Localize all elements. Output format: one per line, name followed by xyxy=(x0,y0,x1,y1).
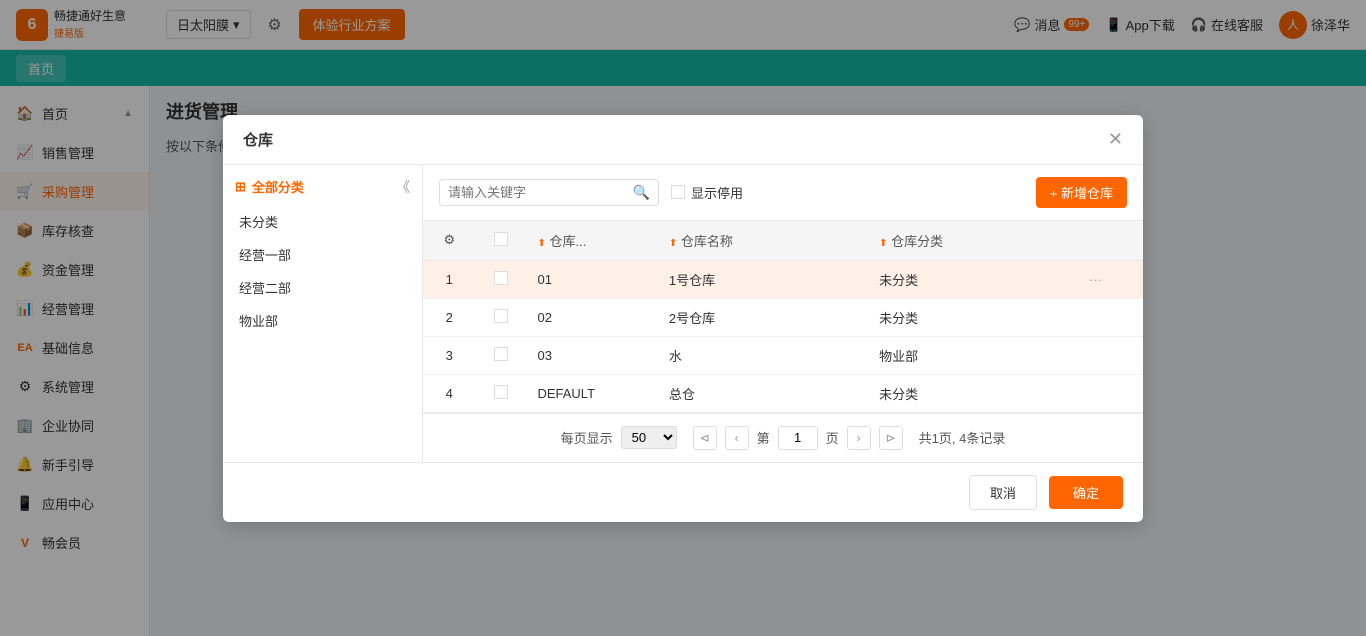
col-header-category: ⬆ 仓库分类 xyxy=(867,221,1077,261)
modal-backdrop: 仓库 ✕ ⊞ 全部分类 《 未分类 经营一部 经营二部 物业部 xyxy=(0,0,1366,636)
row-checkbox[interactable] xyxy=(494,385,508,399)
content-panel: 🔍 显示停用 + 新增仓库 ⚙ xyxy=(423,165,1143,462)
warehouse-modal: 仓库 ✕ ⊞ 全部分类 《 未分类 经营一部 经营二部 物业部 xyxy=(223,115,1143,522)
first-page-button[interactable]: ⊲ xyxy=(693,426,717,450)
modal-pagination: 每页显示 50 10 20 100 ⊲ ‹ 第 页 › ⊳ 共1页, 4条记 xyxy=(423,413,1143,462)
modal-title: 仓库 xyxy=(243,129,273,150)
cell-category: 未分类 xyxy=(867,298,1077,336)
tree-all-category[interactable]: ⊞ 全部分类 xyxy=(235,177,304,196)
tree-panel: ⊞ 全部分类 《 未分类 经营一部 经营二部 物业部 xyxy=(223,165,423,462)
table-row[interactable]: 2 02 2号仓库 未分类 xyxy=(423,298,1143,336)
confirm-button[interactable]: 确定 xyxy=(1049,476,1123,509)
cell-name: 2号仓库 xyxy=(657,298,867,336)
modal-body: ⊞ 全部分类 《 未分类 经营一部 经营二部 物业部 🔍 xyxy=(223,165,1143,462)
col-header-more xyxy=(1077,221,1143,261)
search-wrap: 🔍 xyxy=(439,179,659,206)
table-header-row: ⚙ ⬆ 仓库... ⬆ xyxy=(423,221,1143,261)
cell-checkbox xyxy=(476,374,526,412)
cell-more[interactable]: ··· xyxy=(1077,260,1143,298)
tree-header: ⊞ 全部分类 《 xyxy=(223,177,422,205)
search-input[interactable] xyxy=(448,185,633,200)
cell-name: 水 xyxy=(657,336,867,374)
cell-name: 总仓 xyxy=(657,374,867,412)
page-number-input[interactable] xyxy=(778,426,818,450)
show-disabled-checkbox[interactable] xyxy=(671,185,685,199)
page-unit: 页 xyxy=(826,428,839,447)
settings-icon: ⚙ xyxy=(443,232,455,247)
sort-icon-cat: ⬆ xyxy=(879,238,887,249)
cell-checkbox xyxy=(476,298,526,336)
per-page-select[interactable]: 50 10 20 100 xyxy=(621,426,677,449)
prev-page-button[interactable]: ‹ xyxy=(725,426,749,450)
cell-num: 4 xyxy=(423,374,476,412)
col-header-checkbox xyxy=(476,221,526,261)
grid-icon: ⊞ xyxy=(235,179,246,195)
cell-name: 1号仓库 xyxy=(657,260,867,298)
sort-icon-code: ⬆ xyxy=(537,238,545,249)
modal-footer: 取消 确定 xyxy=(223,462,1143,522)
cell-category: 物业部 xyxy=(867,336,1077,374)
cancel-button[interactable]: 取消 xyxy=(969,475,1037,510)
tree-item-property[interactable]: 物业部 xyxy=(223,304,422,337)
page-label: 第 xyxy=(757,428,770,447)
show-disabled-wrap: 显示停用 xyxy=(671,183,743,202)
total-info: 共1页, 4条记录 xyxy=(919,428,1006,447)
warehouse-table-wrap: ⚙ ⬆ 仓库... ⬆ xyxy=(423,221,1143,413)
cell-code: 02 xyxy=(525,298,656,336)
col-header-settings: ⚙ xyxy=(423,221,476,261)
last-page-button[interactable]: ⊳ xyxy=(879,426,903,450)
cell-category: 未分类 xyxy=(867,260,1077,298)
row-checkbox[interactable] xyxy=(494,309,508,323)
sort-icon-name: ⬆ xyxy=(669,238,677,249)
modal-close-button[interactable]: ✕ xyxy=(1108,129,1123,150)
cell-more[interactable] xyxy=(1077,374,1143,412)
add-warehouse-button[interactable]: + 新增仓库 xyxy=(1036,177,1127,208)
row-checkbox[interactable] xyxy=(494,347,508,361)
cell-more[interactable] xyxy=(1077,298,1143,336)
table-row[interactable]: 1 01 1号仓库 未分类 ··· xyxy=(423,260,1143,298)
col-header-name: ⬆ 仓库名称 xyxy=(657,221,867,261)
modal-header: 仓库 ✕ xyxy=(223,115,1143,165)
tree-item-unclassified[interactable]: 未分类 xyxy=(223,205,422,238)
cell-code: DEFAULT xyxy=(525,374,656,412)
search-icon[interactable]: 🔍 xyxy=(633,184,650,201)
warehouse-table: ⚙ ⬆ 仓库... ⬆ xyxy=(423,221,1143,413)
cell-category: 未分类 xyxy=(867,374,1077,412)
cell-checkbox xyxy=(476,260,526,298)
tree-item-dept1[interactable]: 经营一部 xyxy=(223,238,422,271)
col-header-code: ⬆ 仓库... xyxy=(525,221,656,261)
next-page-button[interactable]: › xyxy=(847,426,871,450)
per-page-label: 每页显示 xyxy=(561,428,613,447)
cell-num: 1 xyxy=(423,260,476,298)
table-body: 1 01 1号仓库 未分类 ··· 2 02 2号仓库 未分类 3 03 水 物… xyxy=(423,260,1143,412)
row-checkbox[interactable] xyxy=(494,271,508,285)
cell-num: 2 xyxy=(423,298,476,336)
modal-toolbar: 🔍 显示停用 + 新增仓库 xyxy=(423,165,1143,221)
cell-checkbox xyxy=(476,336,526,374)
select-all-checkbox[interactable] xyxy=(494,232,508,246)
cell-more[interactable] xyxy=(1077,336,1143,374)
cell-num: 3 xyxy=(423,336,476,374)
tree-collapse-icon[interactable]: 《 xyxy=(396,177,410,197)
tree-item-dept2[interactable]: 经营二部 xyxy=(223,271,422,304)
cell-code: 03 xyxy=(525,336,656,374)
cell-code: 01 xyxy=(525,260,656,298)
table-row[interactable]: 4 DEFAULT 总仓 未分类 xyxy=(423,374,1143,412)
table-row[interactable]: 3 03 水 物业部 xyxy=(423,336,1143,374)
